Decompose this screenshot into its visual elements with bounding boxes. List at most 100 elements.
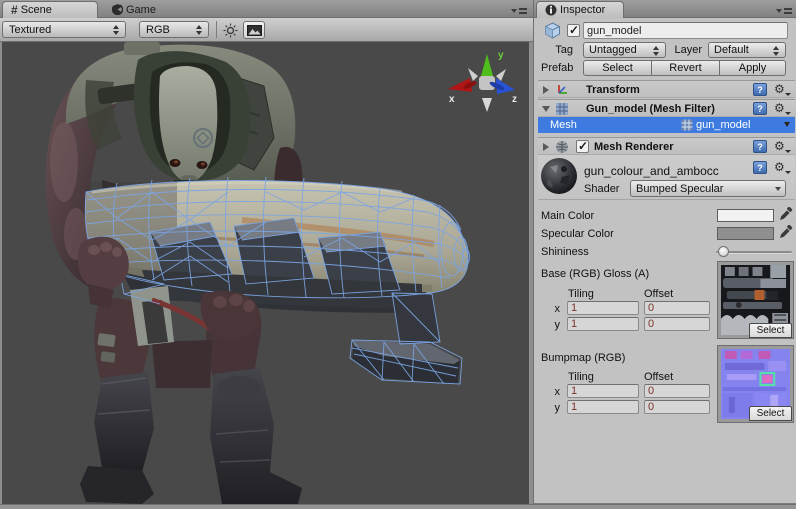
game-icon	[112, 4, 123, 15]
bump-tiling-x-input[interactable]	[567, 384, 639, 398]
scene-panel: # Scene Game Textured RGB x y z	[0, 0, 533, 509]
scene-3d-render: x y z	[2, 42, 529, 504]
help-icon[interactable]: ?	[753, 140, 767, 153]
layer-dropdown[interactable]: Default	[708, 42, 786, 58]
gear-icon[interactable]: ⚙	[774, 102, 791, 116]
material-name: gun_colour_and_ambocc	[584, 164, 719, 178]
scene-panel-menu-icon[interactable]	[511, 7, 527, 15]
mesh-label: Mesh	[550, 119, 577, 131]
mesh-renderer-title: Mesh Renderer	[594, 141, 674, 153]
updown-arrows-icon	[196, 25, 203, 35]
prefab-apply-button[interactable]: Apply	[720, 60, 786, 76]
inspector-icon	[545, 4, 557, 16]
bump-offset-header: Offset	[644, 371, 674, 383]
base-x-label: x	[554, 303, 561, 315]
tag-value: Untagged	[589, 44, 637, 56]
bump-y-label: y	[554, 402, 561, 414]
bump-tiling-y-input[interactable]	[567, 400, 639, 414]
mesh-property-row[interactable]: Mesh gun_model	[538, 117, 795, 133]
foldout-arrow-icon[interactable]	[542, 106, 550, 112]
tag-dropdown[interactable]: Untagged	[583, 42, 666, 58]
transform-header[interactable]: Transform ? ⚙	[538, 80, 795, 98]
draw-mode-value: Textured	[9, 23, 52, 36]
scene-icon: #	[11, 3, 18, 17]
color-mode-value: RGB	[146, 23, 170, 36]
active-checkbox[interactable]	[567, 23, 580, 37]
shader-value: Bumped Specular	[636, 182, 724, 195]
layer-label: Layer	[674, 44, 702, 56]
base-tiling-x-input[interactable]	[567, 301, 639, 315]
tab-scene[interactable]: # Scene	[2, 1, 98, 18]
object-picker-icon[interactable]	[784, 122, 790, 127]
updown-arrows-icon	[653, 46, 660, 56]
shininess-label: Shininess	[541, 246, 589, 258]
sun-icon	[223, 23, 238, 37]
scene-lighting-toggle[interactable]	[221, 21, 240, 39]
gameobject-cube-icon	[545, 22, 560, 39]
scene-viewport[interactable]: x y z	[2, 42, 529, 504]
gizmo-x-label[interactable]: x	[449, 94, 455, 105]
help-icon[interactable]: ?	[753, 83, 767, 96]
shader-dropdown[interactable]: Bumped Specular	[630, 180, 786, 197]
tab-inspector-label: Inspector	[560, 4, 606, 16]
color-mode-dropdown[interactable]: RGB	[139, 21, 209, 38]
object-name-input[interactable]	[583, 22, 788, 39]
foldout-arrow-icon[interactable]	[543, 86, 549, 94]
bump-texture-select-button[interactable]: Select	[749, 406, 792, 421]
eyedropper-icon[interactable]	[779, 225, 793, 239]
shininess-slider-knob[interactable]	[718, 246, 729, 257]
layer-value: Default	[714, 44, 749, 56]
mesh-filter-header[interactable]: Gun_model (Mesh Filter) ? ⚙	[538, 99, 795, 117]
tab-inspector[interactable]: Inspector	[536, 1, 624, 18]
main-color-swatch[interactable]	[717, 209, 774, 222]
tab-game[interactable]: Game	[104, 1, 164, 18]
gizmo-y-label[interactable]: y	[498, 50, 504, 61]
base-y-label: y	[554, 319, 561, 331]
scene-tabstrip: # Scene Game	[0, 0, 533, 18]
render-overlay-toggle[interactable]	[243, 21, 265, 39]
gear-icon[interactable]: ⚙	[774, 83, 791, 97]
base-offset-y-input[interactable]	[644, 317, 710, 331]
specular-color-label: Specular Color	[541, 228, 614, 240]
prefab-revert-button[interactable]: Revert	[652, 60, 720, 76]
specular-color-swatch[interactable]	[717, 227, 774, 240]
transform-icon	[558, 85, 567, 94]
bump-x-label: x	[554, 386, 561, 398]
scene-toolbar: Textured RGB	[0, 18, 533, 42]
bump-offset-y-input[interactable]	[644, 400, 710, 414]
mesh-renderer-header[interactable]: Mesh Renderer ? ⚙	[538, 137, 795, 155]
inspector-panel-menu-icon[interactable]	[776, 7, 792, 15]
base-tiling-header: Tiling	[568, 288, 594, 300]
gear-icon[interactable]: ⚙	[774, 161, 791, 175]
transform-title: Transform	[586, 84, 640, 96]
mesh-filter-icon	[556, 103, 568, 115]
toolbar-separator	[216, 21, 217, 38]
mesh-value: gun_model	[696, 119, 751, 131]
gear-icon[interactable]: ⚙	[774, 140, 791, 154]
draw-mode-dropdown[interactable]: Textured	[2, 21, 126, 38]
help-icon[interactable]: ?	[753, 102, 767, 115]
help-icon[interactable]: ?	[753, 161, 767, 174]
prefab-label: Prefab	[541, 62, 574, 74]
base-texture-select-button[interactable]: Select	[749, 323, 792, 338]
updown-arrows-icon	[773, 46, 780, 56]
foldout-arrow-icon[interactable]	[543, 143, 549, 151]
mesh-renderer-icon	[556, 141, 568, 153]
bump-texture-label: Bumpmap (RGB)	[541, 352, 626, 364]
renderer-enabled-checkbox[interactable]	[576, 139, 589, 153]
prefab-select-button[interactable]: Select	[583, 60, 652, 76]
mesh-filter-title: Gun_model (Mesh Filter)	[586, 103, 715, 115]
gizmo-z-label[interactable]: z	[512, 94, 517, 105]
material-preview-sphere[interactable]	[540, 157, 578, 195]
base-offset-x-input[interactable]	[644, 301, 710, 315]
main-color-label: Main Color	[541, 210, 595, 222]
shader-label: Shader	[584, 183, 620, 195]
inspector-tabstrip: Inspector	[534, 0, 796, 18]
base-tiling-y-input[interactable]	[567, 317, 639, 331]
tab-game-label: Game	[126, 3, 156, 16]
bump-offset-x-input[interactable]	[644, 384, 710, 398]
bump-tiling-header: Tiling	[568, 371, 594, 383]
eyedropper-icon[interactable]	[779, 207, 793, 221]
base-offset-header: Offset	[644, 288, 674, 300]
window-bottom-border	[0, 504, 796, 509]
